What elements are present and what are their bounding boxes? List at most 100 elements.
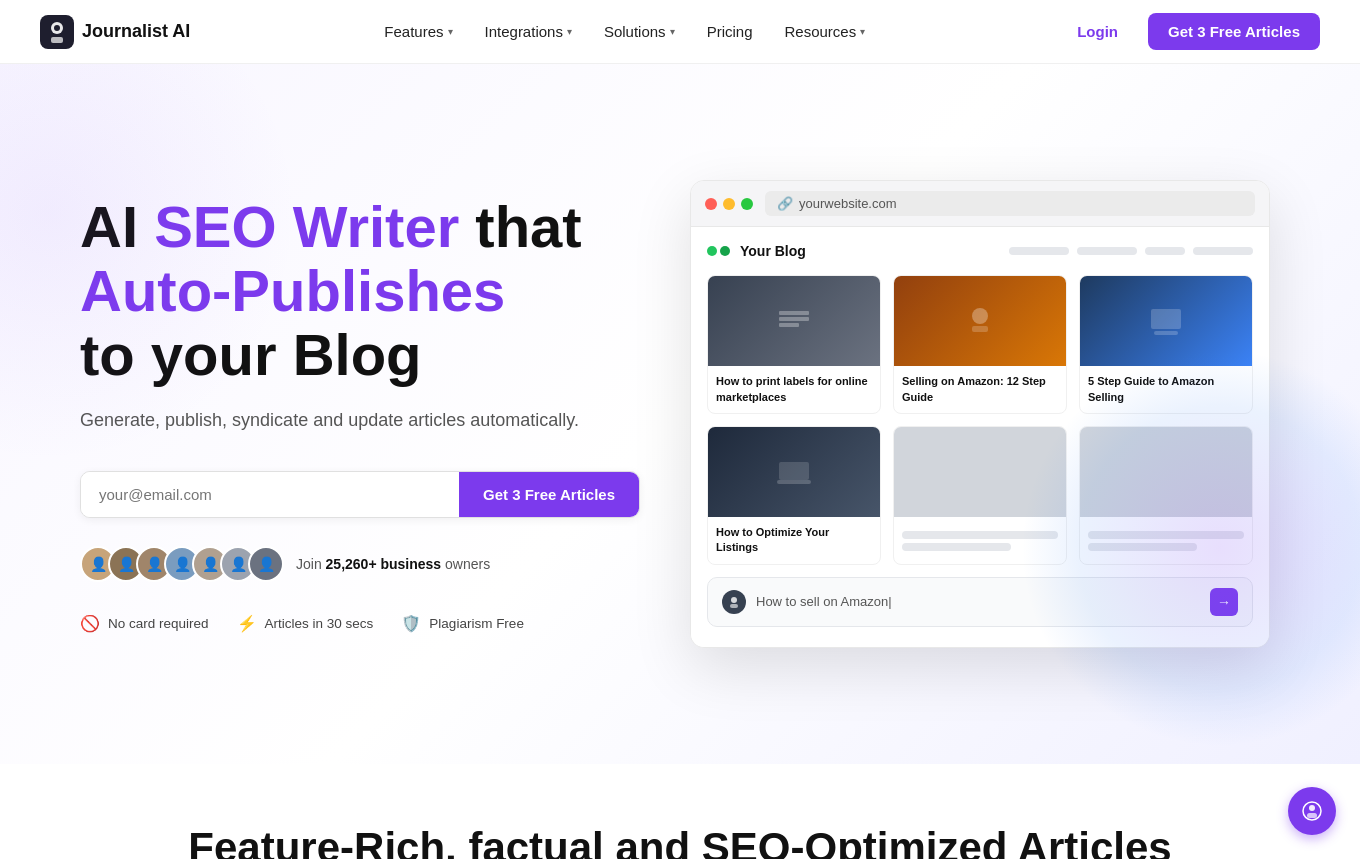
nav-pricing[interactable]: Pricing [693, 15, 767, 48]
svg-rect-12 [777, 480, 811, 484]
article-image [894, 276, 1066, 366]
hero-section: AI SEO Writer that Auto-Publishes to you… [0, 64, 1360, 764]
chevron-down-icon: ▾ [448, 26, 453, 37]
svg-rect-2 [51, 37, 63, 43]
navbar: Journalist AI Features ▾ Integrations ▾ … [0, 0, 1360, 64]
article-image [1080, 276, 1252, 366]
nav-solutions[interactable]: Solutions ▾ [590, 15, 689, 48]
blog-nav-placeholders [1009, 247, 1253, 255]
hero-cta-button[interactable]: Get 3 Free Articles [459, 472, 639, 517]
dot-red [705, 198, 717, 210]
blog-header: Your Blog [707, 243, 1253, 259]
svg-rect-6 [779, 323, 799, 327]
article-image [1080, 427, 1252, 517]
logo-text: Journalist AI [82, 21, 190, 42]
nav-right: Login Get 3 Free Articles [1059, 13, 1320, 50]
article-info [894, 517, 1066, 559]
svg-point-7 [972, 308, 988, 324]
dot-yellow [723, 198, 735, 210]
svg-rect-9 [1151, 309, 1181, 329]
article-card: How to Optimize Your Listings [707, 426, 881, 565]
article-placeholder [902, 543, 1011, 551]
social-proof: 👤 👤 👤 👤 👤 👤 👤 Join 25,260+ business owne… [80, 546, 640, 582]
logo-icon [40, 15, 74, 49]
article-placeholder [902, 531, 1058, 539]
svg-rect-5 [779, 317, 809, 321]
chevron-down-icon: ▾ [860, 26, 865, 37]
chat-avatar [722, 590, 746, 614]
svg-rect-14 [730, 604, 738, 608]
chat-input[interactable]: How to sell on Amazon| [756, 594, 1200, 609]
article-card: Selling on Amazon: 12 Step Guide [893, 275, 1067, 414]
article-info: How to Optimize Your Listings [708, 517, 880, 564]
svg-point-3 [54, 25, 60, 31]
browser-content: Your Blog How to [691, 227, 1269, 647]
article-info: How to print labels for online marketpla… [708, 366, 880, 413]
article-card [1079, 426, 1253, 565]
article-image [708, 427, 880, 517]
article-title: How to print labels for online marketpla… [716, 374, 872, 405]
logo[interactable]: Journalist AI [40, 15, 190, 49]
no-card-icon: 🚫 [80, 614, 100, 633]
browser-url: 🔗 yourwebsite.com [765, 191, 1255, 216]
placeholder-bar [1193, 247, 1253, 255]
bottom-section: Feature-Rich, factual and SEO-Optimized … [0, 764, 1360, 859]
email-form: Get 3 Free Articles [80, 471, 640, 518]
chat-bar: How to sell on Amazon| → [707, 577, 1253, 627]
lightning-icon: ⚡ [237, 614, 257, 633]
placeholder-bar [1009, 247, 1069, 255]
blog-logo [707, 246, 730, 256]
hero-left: AI SEO Writer that Auto-Publishes to you… [80, 195, 640, 633]
svg-rect-11 [779, 462, 809, 480]
article-info: 5 Step Guide to Amazon Selling [1080, 366, 1252, 413]
nav-features[interactable]: Features ▾ [370, 15, 466, 48]
hero-title: AI SEO Writer that Auto-Publishes to you… [80, 195, 640, 386]
article-info [1080, 517, 1252, 559]
placeholder-bar [1145, 247, 1185, 255]
placeholder-bar [1077, 247, 1137, 255]
article-image [894, 427, 1066, 517]
article-placeholder [1088, 531, 1244, 539]
badge-articles: ⚡ Articles in 30 secs [237, 614, 374, 633]
blog-name: Your Blog [740, 243, 806, 259]
browser-mockup: 🔗 yourwebsite.com Your Blog [690, 180, 1270, 648]
svg-rect-4 [779, 311, 809, 315]
email-input[interactable] [81, 472, 459, 517]
trust-badges: 🚫 No card required ⚡ Articles in 30 secs… [80, 614, 640, 633]
nav-integrations[interactable]: Integrations ▾ [471, 15, 586, 48]
article-title: 5 Step Guide to Amazon Selling [1088, 374, 1244, 405]
nav-links: Features ▾ Integrations ▾ Solutions ▾ Pr… [370, 15, 879, 48]
article-title: Selling on Amazon: 12 Step Guide [902, 374, 1058, 405]
hero-subtitle: Generate, publish, syndicate and update … [80, 406, 640, 435]
svg-rect-10 [1154, 331, 1178, 335]
link-icon: 🔗 [777, 196, 793, 211]
shield-icon: 🛡️ [401, 614, 421, 633]
avatar: 👤 [248, 546, 284, 582]
hero-right: 🔗 yourwebsite.com Your Blog [640, 180, 1320, 648]
svg-rect-8 [972, 326, 988, 332]
article-placeholder [1088, 543, 1197, 551]
dot-green [741, 198, 753, 210]
blog-dot-1 [707, 246, 717, 256]
chat-send-button[interactable]: → [1210, 588, 1238, 616]
chevron-down-icon: ▾ [670, 26, 675, 37]
article-title: How to Optimize Your Listings [716, 525, 872, 556]
svg-point-13 [731, 597, 737, 603]
badge-plagiarism: 🛡️ Plagiarism Free [401, 614, 524, 633]
article-card: 5 Step Guide to Amazon Selling [1079, 275, 1253, 414]
chevron-down-icon: ▾ [567, 26, 572, 37]
nav-resources[interactable]: Resources ▾ [770, 15, 879, 48]
blog-dot-2 [720, 246, 730, 256]
nav-cta-button[interactable]: Get 3 Free Articles [1148, 13, 1320, 50]
browser-bar: 🔗 yourwebsite.com [691, 181, 1269, 227]
article-image [708, 276, 880, 366]
article-card [893, 426, 1067, 565]
chat-support-button[interactable] [1288, 787, 1336, 835]
social-proof-text: Join 25,260+ business owners [296, 556, 490, 572]
bottom-title: Feature-Rich, factual and SEO-Optimized … [40, 824, 1320, 859]
browser-dots [705, 198, 753, 210]
article-card: How to print labels for online marketpla… [707, 275, 881, 414]
avatar-group: 👤 👤 👤 👤 👤 👤 👤 [80, 546, 284, 582]
login-button[interactable]: Login [1059, 15, 1136, 48]
svg-point-16 [1309, 805, 1315, 811]
